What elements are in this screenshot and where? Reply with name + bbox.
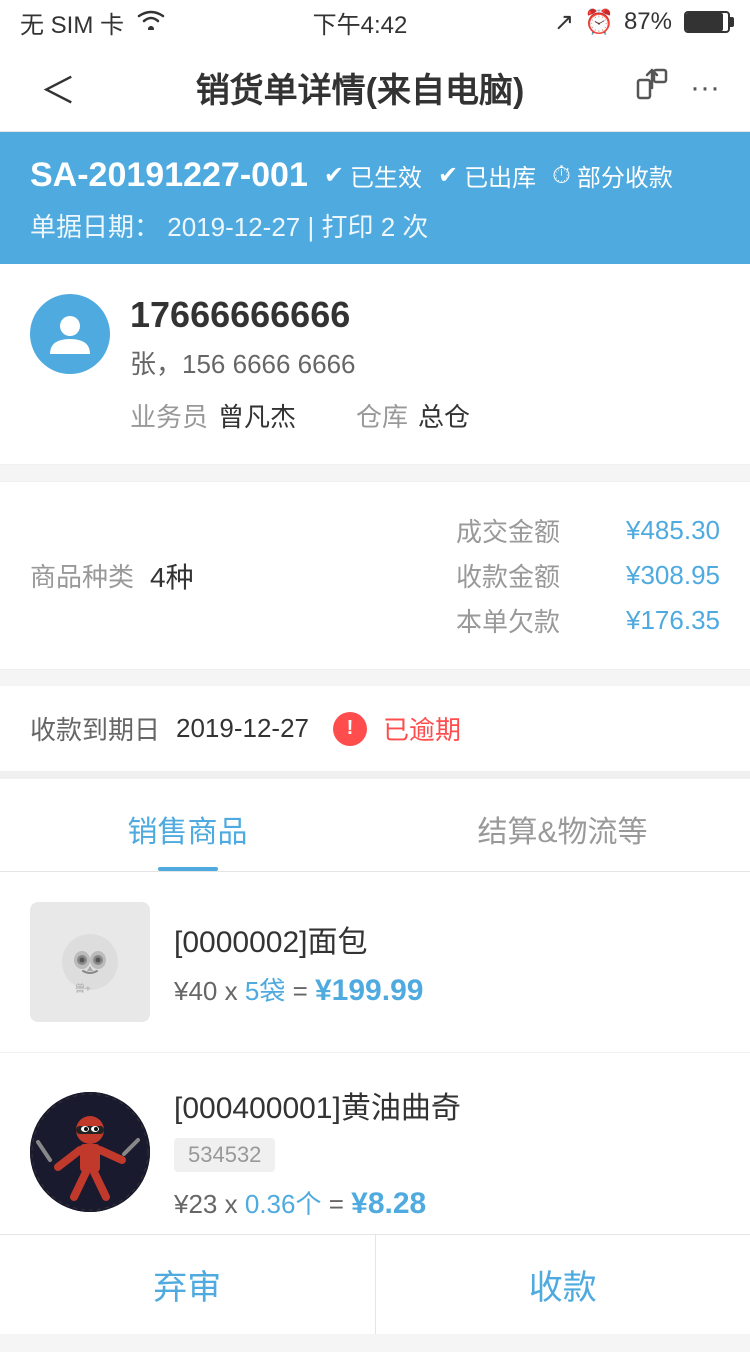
location-icon: ↗ <box>554 8 574 37</box>
wifi-icon <box>136 8 166 37</box>
ninja-icon <box>30 1092 150 1212</box>
product-thumbnail-1: 兽+ <box>30 902 150 1022</box>
battery-label: 87% <box>624 8 672 36</box>
clock-icon: ⏱ <box>552 162 571 190</box>
product-name-2: [000400001]黄油曲奇 <box>174 1083 720 1127</box>
product-info-2: [000400001]黄油曲奇 534532 ¥23 x 0.36个 = ¥8.… <box>174 1083 720 1221</box>
header-banner: SA-20191227-001 ✔ 已生效 ✔ 已出库 ⏱ 部分收款 单据日期：… <box>0 132 750 264</box>
status-shipped: ✔ 已出库 <box>438 158 536 193</box>
order-id: SA-20191227-001 <box>30 156 308 195</box>
due-label: 收款到期日 <box>30 710 160 747</box>
product-list: 兽+ [0000002]面包 ¥40 x 5袋 = ¥199.99 <box>0 872 750 1252</box>
customer-meta: 业务员 曾凡杰 仓库 总仓 <box>130 397 720 434</box>
check-icon-1: ✔ <box>324 161 344 190</box>
product-price-2: ¥23 <box>174 1189 217 1219</box>
product-total-1: ¥199.99 <box>315 974 423 1007</box>
tab-settlement-logistics[interactable]: 结算&物流等 <box>375 779 750 871</box>
share-button[interactable] <box>634 66 670 110</box>
list-item: 兽+ [0000002]面包 ¥40 x 5袋 = ¥199.99 <box>0 872 750 1053</box>
person-icon <box>45 309 95 359</box>
salesperson-label: 业务员 <box>130 397 208 434</box>
svg-text:兽+: 兽+ <box>75 982 91 995</box>
product-info-1: [0000002]面包 ¥40 x 5袋 = ¥199.99 <box>174 917 720 1008</box>
customer-name: 张，156 6666 6666 <box>130 344 720 381</box>
overdue-badge: 已逾期 <box>383 710 461 747</box>
carrier-label: 无 SIM 卡 <box>20 5 124 40</box>
customer-id: 17666666666 <box>130 294 720 336</box>
stats-section: 商品种类 4种 成交金额 ¥485.30 收款金额 ¥308.95 本单欠款 ¥… <box>0 481 750 670</box>
warehouse-label: 仓库 <box>356 397 408 434</box>
product-thumbnail-2 <box>30 1092 150 1212</box>
product-type-stats: 商品种类 4种 <box>30 512 456 639</box>
due-date-section: 收款到期日 2019-12-27 ! 已逾期 <box>0 686 750 779</box>
warehouse-value: 总仓 <box>418 397 470 434</box>
check-icon-2: ✔ <box>438 161 458 190</box>
nav-bar: ＜ 销货单详情(来自电脑) ··· <box>0 44 750 132</box>
transaction-amount: ¥485.30 <box>580 515 720 546</box>
status-right: ↗ ⏰ 87% <box>554 8 730 37</box>
confirm-button[interactable]: 收款 <box>376 1235 750 1334</box>
ninja-art <box>30 1092 150 1212</box>
alarm-icon: ⏰ <box>584 8 614 37</box>
bottom-bar: 弃审 收款 <box>0 1234 750 1334</box>
owed-label: 本单欠款 <box>456 602 560 639</box>
time-display: 下午4:42 <box>313 5 408 40</box>
transaction-label: 成交金额 <box>456 512 560 549</box>
customer-info: 17666666666 张，156 6666 6666 业务员 曾凡杰 仓库 总… <box>130 294 720 434</box>
cancel-button[interactable]: 弃审 <box>0 1235 376 1334</box>
owed-row: 本单欠款 ¥176.35 <box>456 602 720 639</box>
salesperson-meta: 业务员 曾凡杰 <box>130 397 296 434</box>
receipt-amount: ¥308.95 <box>580 560 720 591</box>
transaction-row: 成交金额 ¥485.30 <box>456 512 720 549</box>
order-date-row: 单据日期： 2019-12-27 | 打印 2 次 <box>30 207 720 244</box>
page-title: 销货单详情(来自电脑) <box>196 63 525 112</box>
product-qty-2: 0.36个 <box>245 1189 329 1219</box>
product-price-row-1: ¥40 x 5袋 = ¥199.99 <box>174 971 720 1008</box>
product-price-row-2: ¥23 x 0.36个 = ¥8.28 <box>174 1184 720 1221</box>
list-item: [000400001]黄油曲奇 534532 ¥23 x 0.36个 = ¥8.… <box>0 1053 750 1252</box>
product-sku-2: 534532 <box>174 1138 275 1172</box>
type-label: 商品种类 <box>30 557 134 594</box>
product-qty-1: 5袋 <box>245 976 293 1006</box>
receipt-row: 收款金额 ¥308.95 <box>456 557 720 594</box>
status-left: 无 SIM 卡 <box>20 5 166 40</box>
type-count: 4种 <box>150 556 194 596</box>
product-name-1: [0000002]面包 <box>174 917 720 961</box>
product-price-1: ¥40 <box>174 976 217 1006</box>
owl-icon: 兽+ <box>55 927 125 997</box>
battery-icon <box>684 11 730 33</box>
tab-sales-products[interactable]: 销售商品 <box>0 779 375 871</box>
status-effective: ✔ 已生效 <box>324 158 422 193</box>
tab-bar: 销售商品 结算&物流等 <box>0 779 750 872</box>
order-id-row: SA-20191227-001 ✔ 已生效 ✔ 已出库 ⏱ 部分收款 <box>30 156 720 195</box>
more-button[interactable]: ··· <box>690 71 720 105</box>
status-bar: 无 SIM 卡 下午4:42 ↗ ⏰ 87% <box>0 0 750 44</box>
owed-amount: ¥176.35 <box>580 605 720 636</box>
avatar <box>30 294 110 374</box>
salesperson-value: 曾凡杰 <box>218 397 296 434</box>
amount-stats: 成交金额 ¥485.30 收款金额 ¥308.95 本单欠款 ¥176.35 <box>456 512 720 639</box>
warehouse-meta: 仓库 总仓 <box>356 397 470 434</box>
back-button[interactable]: ＜ <box>30 52 86 124</box>
nav-actions: ··· <box>634 66 720 110</box>
customer-section: 17666666666 张，156 6666 6666 业务员 曾凡杰 仓库 总… <box>0 264 750 465</box>
overdue-icon: ! <box>333 712 367 746</box>
product-total-2: ¥8.28 <box>351 1187 426 1220</box>
receipt-label: 收款金额 <box>456 557 560 594</box>
due-date-value: 2019-12-27 <box>176 713 309 744</box>
status-partial: ⏱ 部分收款 <box>552 158 673 193</box>
